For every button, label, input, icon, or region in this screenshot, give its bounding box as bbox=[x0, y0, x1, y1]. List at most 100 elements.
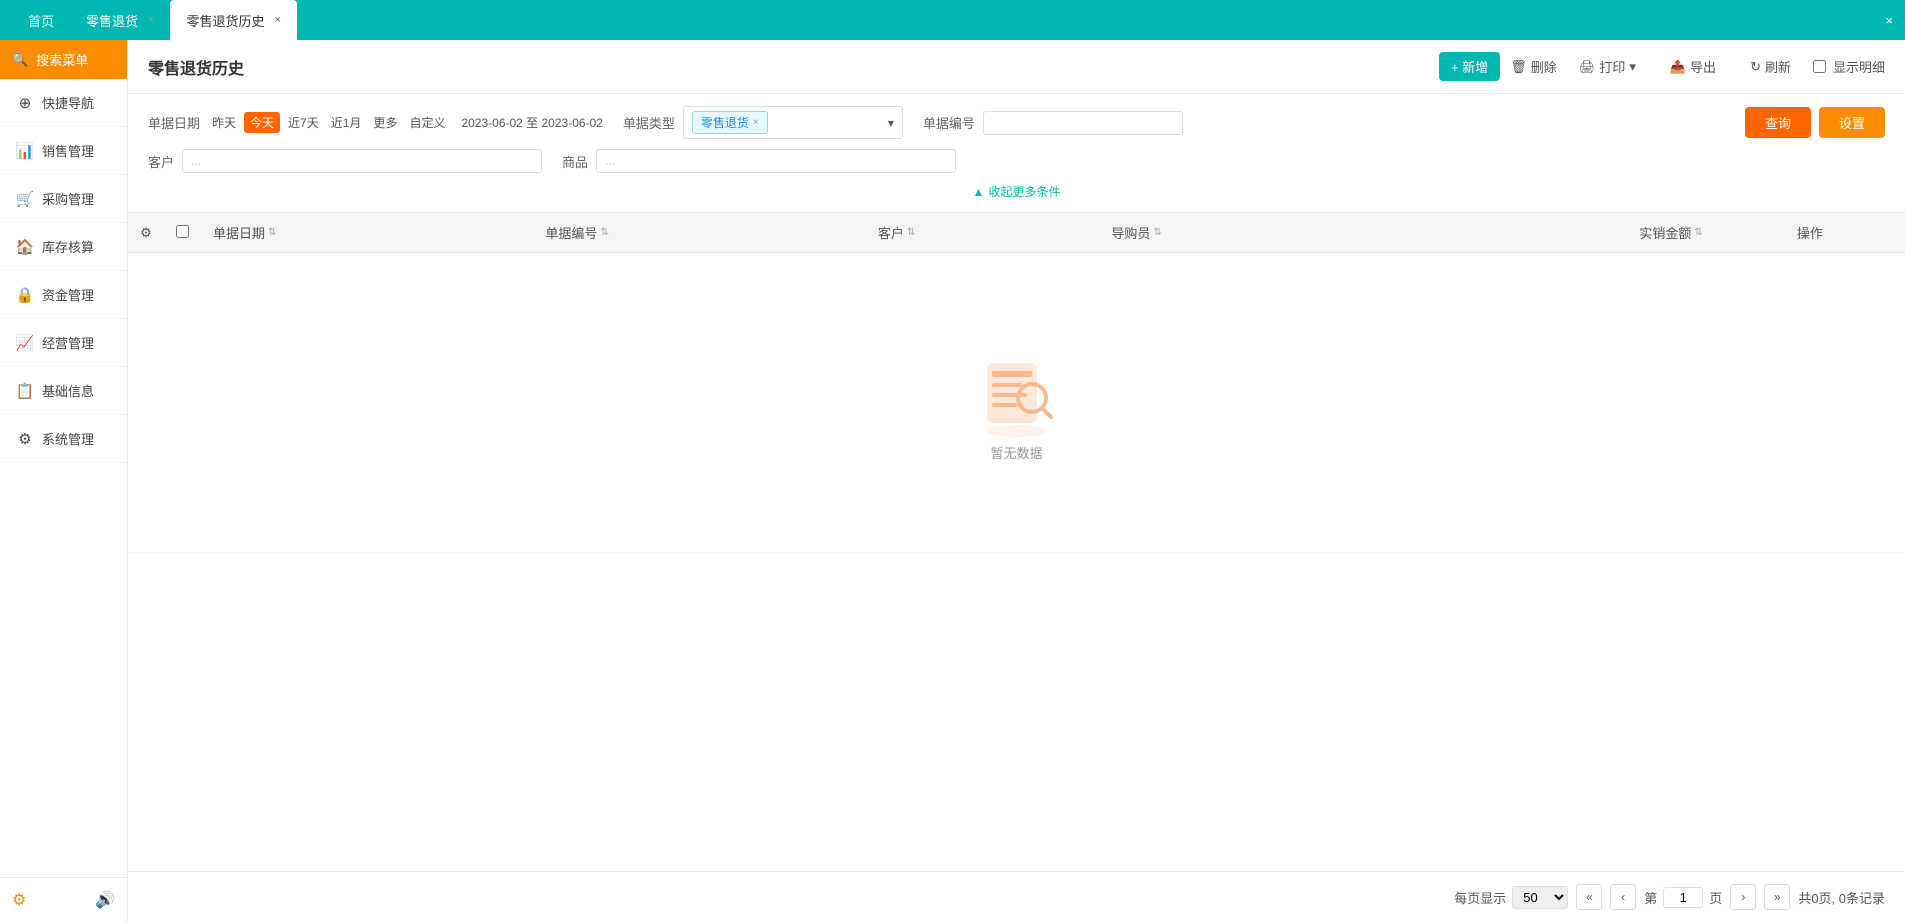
sidebar-item-system[interactable]: ⚙ 系统管理 bbox=[0, 415, 127, 463]
tab-retail-return-history-label: 零售退货历史 bbox=[186, 11, 264, 30]
th-checkbox[interactable] bbox=[164, 213, 201, 253]
sort-icon3: ⇅ bbox=[907, 227, 915, 238]
sidebar-item-basic-info[interactable]: 📋 基础信息 bbox=[0, 367, 127, 415]
filter-number-input[interactable] bbox=[983, 111, 1183, 135]
topbar-close[interactable]: × bbox=[1885, 13, 1893, 28]
empty-state: 暂无数据 bbox=[140, 263, 1893, 542]
table-body: 暂无数据 bbox=[128, 253, 1905, 553]
page-number-input[interactable] bbox=[1663, 887, 1703, 908]
sort-number[interactable]: 单据编号 ⇅ bbox=[545, 223, 608, 242]
filter-type-label: 单据类型 bbox=[623, 113, 675, 132]
sort-guide[interactable]: 导购员 ⇅ bbox=[1111, 223, 1161, 242]
last-page-btn[interactable]: » bbox=[1764, 884, 1790, 910]
sidebar-search-label: 搜索菜单 bbox=[36, 50, 88, 69]
th-customer-label: 客户 bbox=[878, 223, 904, 242]
settings-icon[interactable]: ⚙ bbox=[12, 890, 26, 910]
next-page-btn[interactable]: › bbox=[1730, 884, 1756, 910]
export-label: 导出 bbox=[1690, 57, 1716, 76]
th-customer[interactable]: 客户 ⇅ bbox=[866, 213, 1100, 253]
topbar: 首页 零售退货 × 零售退货历史 × × bbox=[0, 0, 1905, 40]
table-area: ⚙ 单据日期 ⇅ 单据编号 bbox=[128, 213, 1905, 871]
filter-type: 单据类型 零售退货 × ▾ bbox=[623, 106, 903, 139]
sidebar-item-sales-mgmt[interactable]: 📊 销售管理 bbox=[0, 127, 127, 175]
sort-icon4: ⇅ bbox=[1153, 227, 1161, 238]
gear-icon[interactable]: ⚙ bbox=[140, 225, 152, 240]
sort-icon2: ⇅ bbox=[600, 227, 608, 238]
refresh-button[interactable]: ↻ 刷新 bbox=[1738, 52, 1803, 81]
filter-row-1: 单据日期 昨天 今天 近7天 近1月 更多 自定义 2023-06-02 至 2… bbox=[148, 106, 1885, 139]
sidebar-item-quick-nav-label: 快捷导航 bbox=[42, 93, 94, 112]
page-number-info: 第 页 bbox=[1644, 887, 1722, 908]
customer-placeholder: ... bbox=[191, 154, 201, 168]
delete-button[interactable]: 🗑 删除 bbox=[1510, 57, 1557, 76]
audio-icon[interactable]: 🔊 bbox=[95, 890, 115, 910]
sort-amount[interactable]: 实销金额 ⇅ bbox=[1639, 223, 1702, 242]
collapse-filter-btn[interactable]: ▲ 收起更多条件 bbox=[148, 183, 1885, 200]
sidebar: 🔍 搜索菜单 ⊕ 快捷导航 📊 销售管理 🛒 采购管理 🏠 库存核算 🔒 bbox=[0, 40, 128, 922]
show-detail-checkbox[interactable] bbox=[1813, 60, 1826, 73]
th-number-label: 单据编号 bbox=[545, 223, 597, 242]
tab-retail-return-label: 零售退货 bbox=[86, 11, 138, 30]
show-detail-toggle[interactable]: 显示明细 bbox=[1813, 57, 1885, 76]
tab-retail-return[interactable]: 零售退货 × bbox=[70, 0, 170, 40]
tab-retail-return-close[interactable]: × bbox=[148, 14, 154, 26]
sidebar-item-sales-label: 销售管理 bbox=[42, 141, 94, 160]
settings-button[interactable]: 设置 bbox=[1819, 107, 1885, 138]
th-ops-label: 操作 bbox=[1797, 226, 1823, 241]
first-page-btn[interactable]: « bbox=[1576, 884, 1602, 910]
sidebar-item-finance[interactable]: 🔒 资金管理 bbox=[0, 271, 127, 319]
basic-info-icon: 📋 bbox=[16, 382, 34, 400]
export-icon: 📤 bbox=[1670, 59, 1686, 75]
date-opt-custom[interactable]: 自定义 bbox=[405, 112, 449, 133]
th-settings[interactable]: ⚙ bbox=[128, 213, 164, 253]
sidebar-item-quick-nav[interactable]: ⊕ 快捷导航 bbox=[0, 79, 127, 127]
type-tag: 零售退货 × bbox=[692, 111, 768, 134]
filter-type-select[interactable]: 零售退货 × ▾ bbox=[683, 106, 903, 139]
export-button[interactable]: 📤 导出 bbox=[1658, 52, 1728, 81]
th-guide[interactable]: 导购员 ⇅ bbox=[1099, 213, 1382, 253]
collapse-label: 收起更多条件 bbox=[988, 183, 1060, 200]
prev-page-btn[interactable]: ‹ bbox=[1610, 884, 1636, 910]
print-button[interactable]: 🖨 打印 ▾ bbox=[1567, 52, 1648, 81]
date-opt-7days[interactable]: 近7天 bbox=[284, 112, 323, 133]
filter-customer-select[interactable]: ... bbox=[182, 149, 542, 173]
date-opt-more[interactable]: 更多 bbox=[369, 112, 401, 133]
finance-icon: 🔒 bbox=[16, 286, 34, 304]
sidebar-item-purchase-mgmt[interactable]: 🛒 采购管理 bbox=[0, 175, 127, 223]
sidebar-search[interactable]: 🔍 搜索菜单 bbox=[0, 40, 127, 79]
sidebar-item-inventory[interactable]: 🏠 库存核算 bbox=[0, 223, 127, 271]
filter-goods-select[interactable]: ... bbox=[596, 149, 956, 173]
tab-retail-return-history-close[interactable]: × bbox=[274, 14, 280, 26]
th-amount[interactable]: 实销金额 ⇅ bbox=[1382, 213, 1714, 253]
quick-nav-icon: ⊕ bbox=[16, 94, 34, 112]
tab-home-label: 首页 bbox=[28, 11, 54, 30]
date-opt-today[interactable]: 今天 bbox=[244, 112, 280, 133]
total-info: 共0页, 0条记录 bbox=[1798, 888, 1885, 907]
th-date[interactable]: 单据日期 ⇅ bbox=[201, 213, 533, 253]
select-all-checkbox[interactable] bbox=[176, 225, 189, 238]
page-size-select[interactable]: 20 50 100 bbox=[1512, 886, 1568, 909]
sidebar-item-operations[interactable]: 📈 经营管理 bbox=[0, 319, 127, 367]
filter-number: 单据编号 bbox=[923, 111, 1183, 135]
sort-date[interactable]: 单据日期 ⇅ bbox=[213, 223, 276, 242]
sidebar-item-operations-label: 经营管理 bbox=[42, 333, 94, 352]
date-opt-yesterday[interactable]: 昨天 bbox=[208, 112, 240, 133]
query-button[interactable]: 查询 bbox=[1745, 107, 1811, 138]
filter-date-label: 单据日期 bbox=[148, 113, 200, 132]
refresh-label: 刷新 bbox=[1765, 57, 1791, 76]
th-number[interactable]: 单据编号 ⇅ bbox=[533, 213, 865, 253]
date-options: 昨天 今天 近7天 近1月 更多 自定义 bbox=[208, 112, 449, 133]
filter-customer: 客户 ... bbox=[148, 149, 542, 173]
new-button[interactable]: + 新增 bbox=[1439, 52, 1500, 81]
date-opt-1month[interactable]: 近1月 bbox=[327, 112, 366, 133]
tab-retail-return-history[interactable]: 零售退货历史 × bbox=[170, 0, 296, 40]
filter-row-2: 客户 ... 商品 ... bbox=[148, 149, 1885, 173]
print-chevron-icon: ▾ bbox=[1629, 59, 1636, 75]
print-icon: 🖨 bbox=[1579, 59, 1596, 75]
sort-customer[interactable]: 客户 ⇅ bbox=[878, 223, 915, 242]
sidebar-footer: ⚙ 🔊 bbox=[0, 877, 127, 922]
pagination: 每页显示 20 50 100 « ‹ 第 页 › » 共0页, 0条记录 bbox=[128, 871, 1905, 922]
type-tag-close[interactable]: × bbox=[753, 117, 759, 128]
delete-label: 删除 bbox=[1531, 57, 1557, 76]
tab-home[interactable]: 首页 bbox=[12, 0, 70, 40]
